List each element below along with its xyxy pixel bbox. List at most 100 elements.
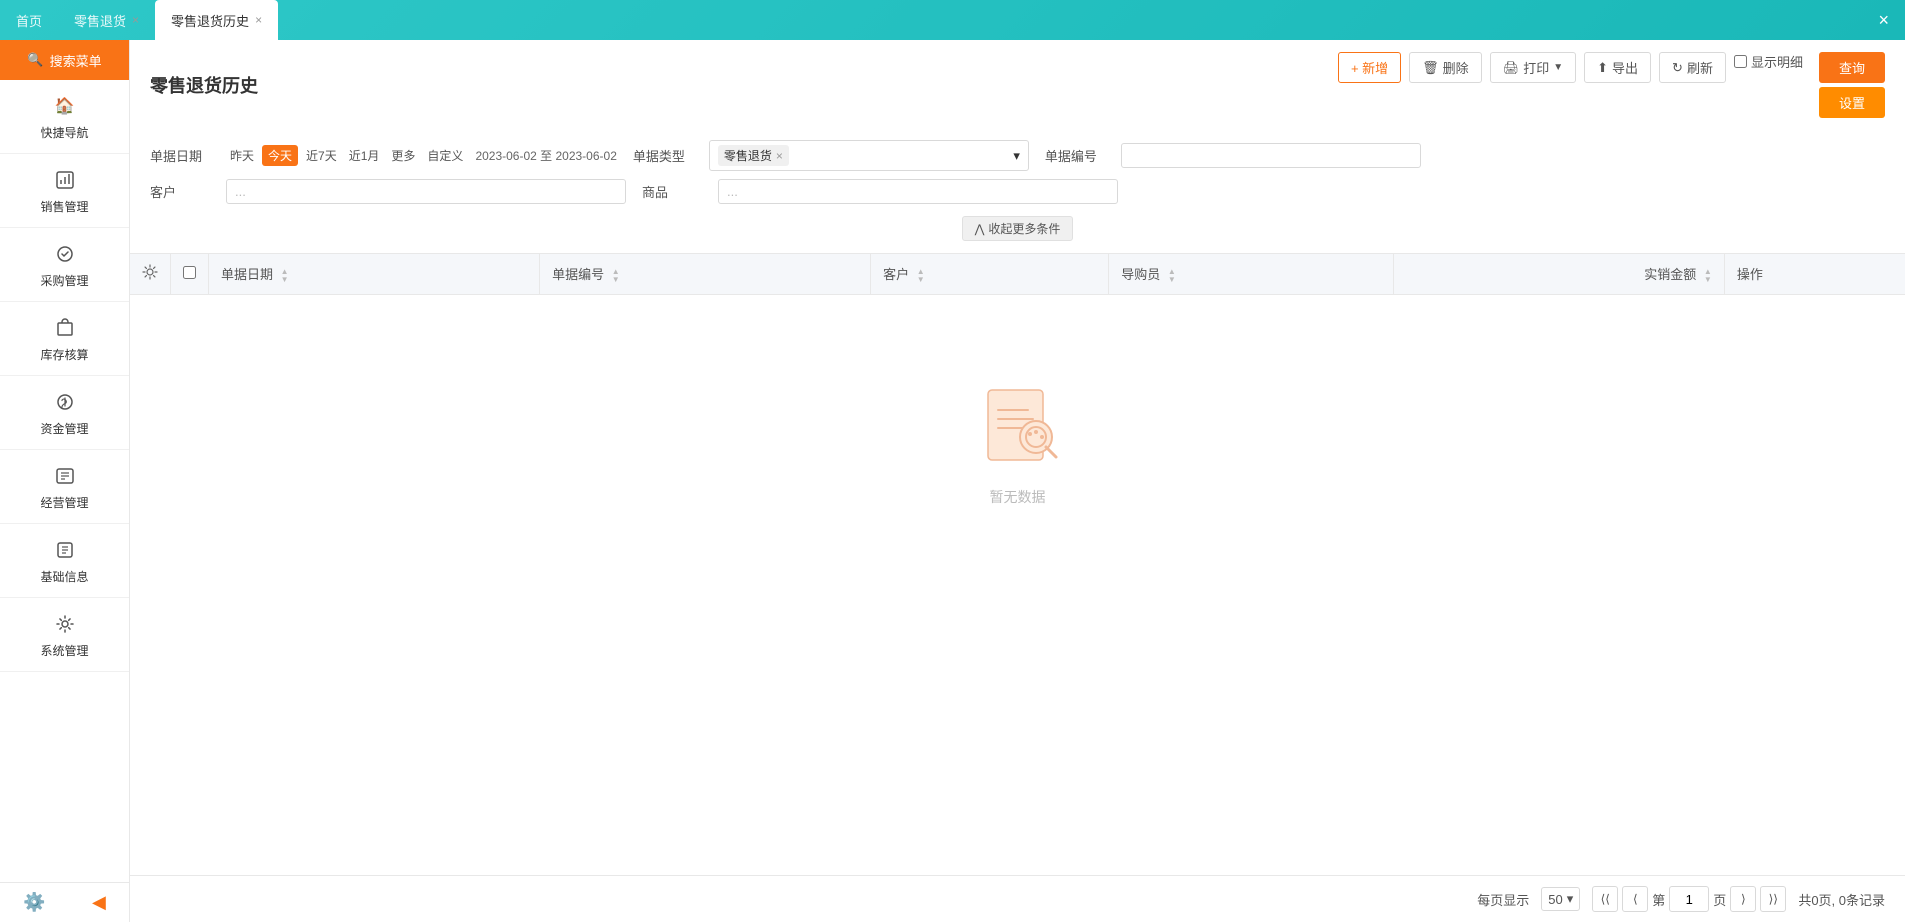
- sidebar-item-purchase-label: 采购管理: [40, 272, 88, 289]
- empty-icon: [968, 375, 1068, 475]
- sidebar-item-operations[interactable]: 经营管理: [0, 450, 129, 524]
- sidebar-item-inventory[interactable]: 库存核算: [0, 302, 129, 376]
- print-button[interactable]: 🖨 打印 ▼: [1490, 52, 1576, 83]
- page-size-select[interactable]: 50 ▾: [1541, 887, 1580, 911]
- display-detail-checkbox[interactable]: 显示明细: [1734, 52, 1803, 71]
- number-filter-input[interactable]: [1121, 143, 1421, 168]
- page-size-arrow: ▾: [1567, 891, 1574, 907]
- sort-guide-icon: ▲ ▼: [1168, 268, 1176, 284]
- sidebar-settings-icon[interactable]: ⚙️: [23, 892, 45, 913]
- sidebar-item-basic-info-label: 基础信息: [40, 568, 88, 585]
- page-label-prefix: 第: [1652, 890, 1665, 909]
- date-opt-today[interactable]: 今天: [262, 145, 298, 166]
- sidebar-item-inventory-label: 库存核算: [40, 346, 88, 363]
- delete-button[interactable]: 🗑 🗑 删除 删除: [1409, 52, 1482, 83]
- sidebar: 🔍 搜索菜单 🏠 快捷导航 销售管理: [0, 40, 130, 922]
- date-opt-1month[interactable]: 近1月: [345, 145, 384, 166]
- display-detail-input[interactable]: [1734, 55, 1747, 68]
- sidebar-item-finance[interactable]: 资金管理: [0, 376, 129, 450]
- page-title-row: 零售退货历史 + 新增 🗑 🗑 删除 删除 🖨 打印 ▼: [150, 52, 1885, 118]
- data-table-wrapper: 单据日期 ▲ ▼ 单据编号 ▲ ▼: [130, 254, 1905, 875]
- type-filter-select[interactable]: 零售退货 × ▾: [709, 140, 1029, 171]
- th-guide-label: 导购员: [1121, 267, 1160, 282]
- filter-row-customer: 客户 ... 商品 ...: [150, 179, 1885, 204]
- tab-home[interactable]: 首页: [0, 0, 58, 40]
- sort-customer-icon: ▲ ▼: [917, 268, 925, 284]
- operations-icon: [51, 462, 79, 490]
- export-button[interactable]: ⬆ 导出: [1584, 52, 1651, 83]
- tab-home-label: 首页: [16, 11, 42, 30]
- sidebar-item-basic-info[interactable]: 基础信息: [0, 524, 129, 598]
- tab-bar: 首页 零售退货 × 零售退货历史 ×: [0, 0, 1862, 40]
- sidebar-search-label: 搜索菜单: [50, 51, 102, 70]
- sort-date-icon: ▲ ▼: [281, 268, 289, 284]
- goods-placeholder: ...: [727, 184, 738, 199]
- tab-retail-return-history-label: 零售退货历史: [171, 11, 249, 30]
- sidebar-item-quick-nav-label: 快捷导航: [40, 124, 88, 141]
- sidebar-item-sales[interactable]: 销售管理: [0, 154, 129, 228]
- collapse-label: 收起更多条件: [988, 220, 1060, 237]
- display-detail-label: 显示明细: [1751, 52, 1803, 71]
- date-opt-7days[interactable]: 近7天: [302, 145, 341, 166]
- sidebar-item-purchase[interactable]: 采购管理: [0, 228, 129, 302]
- new-button[interactable]: + 新增: [1338, 52, 1401, 83]
- tab-retail-return-history-close[interactable]: ×: [255, 13, 262, 27]
- type-tag-remove[interactable]: ×: [776, 149, 783, 163]
- delete-icon: 🗑: [1422, 60, 1439, 76]
- page-header: 零售退货历史 + 新增 🗑 🗑 删除 删除 🖨 打印 ▼: [130, 40, 1905, 254]
- th-amount[interactable]: 实销金额 ▲ ▼: [1393, 254, 1724, 294]
- export-icon: ⬆: [1597, 60, 1608, 76]
- inventory-icon: [51, 314, 79, 342]
- date-opt-custom[interactable]: 自定义: [423, 145, 467, 166]
- tab-retail-return[interactable]: 零售退货 ×: [58, 0, 155, 40]
- customer-filter-select[interactable]: ...: [226, 179, 626, 204]
- tab-retail-return-history[interactable]: 零售退货历史 ×: [155, 0, 278, 40]
- collapse-icon: ⋀: [975, 222, 985, 236]
- page-first-button[interactable]: ⟨⟨: [1592, 886, 1618, 912]
- refresh-button[interactable]: ↻ 刷新: [1659, 52, 1726, 83]
- select-all-checkbox[interactable]: [183, 266, 196, 279]
- home-icon: 🏠: [51, 92, 79, 120]
- query-button[interactable]: 查询: [1819, 52, 1885, 83]
- page-input[interactable]: [1669, 886, 1709, 912]
- sidebar-bottom: ⚙️ ◀: [0, 882, 129, 922]
- empty-state: 暂无数据: [130, 295, 1905, 587]
- th-customer[interactable]: 客户 ▲ ▼: [871, 254, 1109, 294]
- sidebar-item-quick-nav[interactable]: 🏠 快捷导航: [0, 80, 129, 154]
- th-number[interactable]: 单据编号 ▲ ▼: [540, 254, 871, 294]
- goods-filter-label: 商品: [642, 182, 702, 201]
- sidebar-collapse-icon[interactable]: ◀: [92, 892, 106, 913]
- th-guide[interactable]: 导购员 ▲ ▼: [1109, 254, 1394, 294]
- th-checkbox[interactable]: [171, 254, 209, 294]
- th-customer-label: 客户: [883, 267, 909, 282]
- th-date[interactable]: 单据日期 ▲ ▼: [209, 254, 540, 294]
- total-records: 共0页, 0条记录: [1798, 890, 1885, 909]
- sidebar-item-system-label: 系统管理: [40, 642, 88, 659]
- sort-amount-icon: ▲ ▼: [1704, 268, 1712, 284]
- sidebar-item-system[interactable]: 系统管理: [0, 598, 129, 672]
- date-range-display: 2023-06-02 至 2023-06-02: [475, 147, 616, 164]
- system-icon: [51, 610, 79, 638]
- sidebar-item-finance-label: 资金管理: [40, 420, 88, 437]
- page-next-button[interactable]: ⟩: [1730, 886, 1756, 912]
- refresh-icon: ↻: [1672, 60, 1683, 76]
- basic-info-icon: [51, 536, 79, 564]
- settings-button[interactable]: 设置: [1819, 87, 1885, 118]
- type-select-arrow: ▾: [1013, 148, 1020, 164]
- table-footer: 每页显示 50 ▾ ⟨⟨ ⟨ 第 页 ⟩ ⟩⟩ 共0页, 0条记录: [130, 875, 1905, 922]
- date-opt-yesterday[interactable]: 昨天: [226, 145, 258, 166]
- window-close-button[interactable]: ×: [1862, 10, 1905, 31]
- customer-filter-label: 客户: [150, 182, 210, 201]
- page-prev-button[interactable]: ⟨: [1622, 886, 1648, 912]
- page-last-button[interactable]: ⟩⟩: [1760, 886, 1786, 912]
- sort-number-icon: ▲ ▼: [612, 268, 620, 284]
- sidebar-search[interactable]: 🔍 搜索菜单: [0, 40, 129, 80]
- collapse-button[interactable]: ⋀ 收起更多条件: [962, 216, 1074, 241]
- date-opt-more[interactable]: 更多: [387, 145, 419, 166]
- goods-filter-select[interactable]: ...: [718, 179, 1118, 204]
- sidebar-nav: 🏠 快捷导航 销售管理: [0, 80, 129, 882]
- tab-retail-return-close[interactable]: ×: [132, 13, 139, 27]
- page-nav: ⟨⟨ ⟨ 第 页 ⟩ ⟩⟩: [1592, 886, 1786, 912]
- page-label-suffix: 页: [1713, 890, 1726, 909]
- th-settings[interactable]: [130, 254, 171, 294]
